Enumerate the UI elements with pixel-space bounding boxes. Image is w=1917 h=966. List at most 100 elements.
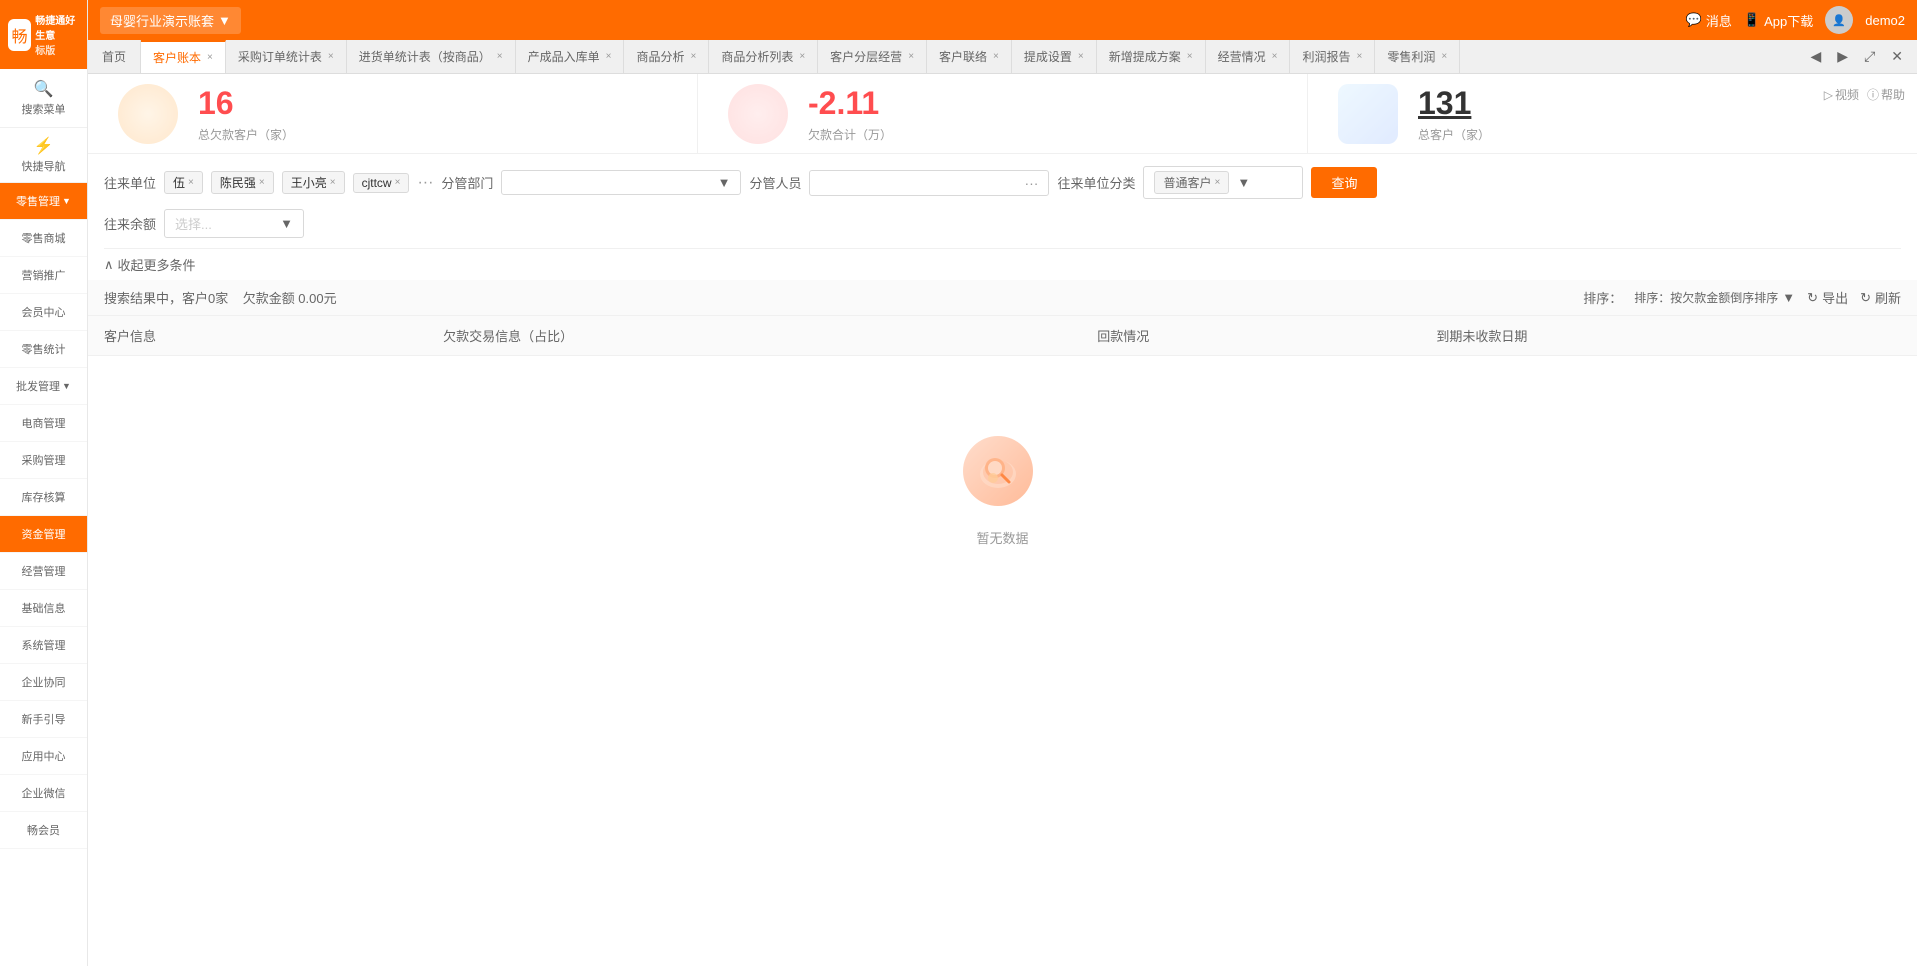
- unit-tag-wang[interactable]: 王小亮 ×: [282, 171, 345, 194]
- data-table: 客户信息 欠款交易信息（占比） 回款情况 到期未收款日期: [88, 316, 1917, 356]
- help-btn[interactable]: ⓘ 帮助: [1867, 86, 1905, 103]
- sidebar-item-wholesale[interactable]: 批发管理 ▼: [0, 368, 87, 405]
- refresh-button[interactable]: ↻ 刷新: [1860, 288, 1901, 307]
- unit-tags-more[interactable]: ···: [417, 174, 433, 192]
- stat-help-buttons: ▷ 视频 ⓘ 帮助: [1824, 86, 1905, 103]
- tag-close-wu[interactable]: ×: [188, 177, 194, 188]
- col-debt-info: 欠款交易信息（占比）: [427, 316, 1081, 356]
- message-btn[interactable]: 💬 消息: [1686, 11, 1732, 30]
- tab-retail-profit[interactable]: 零售利润 ×: [1375, 40, 1460, 74]
- tab-product-analysis-list[interactable]: 商品分析列表 ×: [709, 40, 818, 74]
- tab-customer-tier[interactable]: 客户分层经营 ×: [818, 40, 927, 74]
- main-area: 母婴行业演示账套 ▼ 💬 消息 📱 App下载 👤 demo2 首页: [88, 0, 1917, 966]
- sidebar-item-operations[interactable]: 经营管理: [0, 553, 87, 590]
- tab-product-analysis[interactable]: 商品分析 ×: [624, 40, 709, 74]
- tab-close-icon[interactable]: ×: [1272, 51, 1278, 62]
- sidebar-item-guide[interactable]: 新手引导: [0, 701, 87, 738]
- sidebar-item-wechat[interactable]: 企业微信: [0, 775, 87, 812]
- col-customer-info: 客户信息: [88, 316, 427, 356]
- sort-label: 排序：: [1583, 288, 1622, 307]
- dept-filter-label: 分管部门: [441, 173, 493, 192]
- tab-close-all-icon[interactable]: ✕: [1885, 46, 1909, 67]
- sidebar-item-vip[interactable]: 畅会员: [0, 812, 87, 849]
- tab-close-icon[interactable]: ×: [497, 51, 503, 62]
- person-select-dots[interactable]: ···: [1024, 175, 1038, 191]
- stat-label-total-customers: 总客户（家）: [1418, 126, 1490, 143]
- tab-product-inbound[interactable]: 产成品入库单 ×: [516, 40, 625, 74]
- sidebar-item-retail[interactable]: 零售管理 ▼: [0, 183, 87, 220]
- export-button[interactable]: ↻ 导出: [1807, 288, 1848, 307]
- sidebar-item-purchase[interactable]: 采购管理: [0, 442, 87, 479]
- unit-tag-wu[interactable]: 伍 ×: [164, 171, 203, 194]
- unit-tag-chen[interactable]: 陈民强 ×: [211, 171, 274, 194]
- tab-bar-controls: ◀ ▶ ⤢ ✕: [1797, 46, 1917, 67]
- stat-card-total-customers: 131 总客户（家） ▷ 视频 ⓘ 帮助: [1308, 74, 1917, 153]
- sidebar-item-ecommerce[interactable]: 电商管理: [0, 405, 87, 442]
- tab-customer-ledger[interactable]: 客户账本 ×: [141, 40, 226, 74]
- chevron-down-icon: ▼: [218, 13, 231, 28]
- top-bar-right: 💬 消息 📱 App下载 👤 demo2: [1686, 6, 1905, 34]
- video-btn[interactable]: ▷ 视频: [1824, 86, 1859, 103]
- category-tag-normal[interactable]: 普通客户 ×: [1154, 171, 1229, 194]
- tab-expand-icon[interactable]: ⤢: [1858, 46, 1881, 67]
- tab-close-icon[interactable]: ×: [690, 51, 696, 62]
- refresh-icon-small: ↻: [1807, 290, 1818, 306]
- tag-close-chen[interactable]: ×: [259, 177, 265, 188]
- user-name: demo2: [1865, 13, 1905, 28]
- person-select[interactable]: ···: [809, 170, 1049, 196]
- stat-card-debt-total: -2.11 欠款合计（万）: [698, 74, 1308, 153]
- tab-close-icon[interactable]: ×: [1187, 51, 1193, 62]
- tab-next-icon[interactable]: ▶: [1831, 46, 1854, 67]
- dept-select[interactable]: ▼: [501, 170, 741, 195]
- sidebar-quicknav[interactable]: ⚡ 快捷导航: [0, 128, 87, 183]
- category-tag-close[interactable]: ×: [1214, 177, 1220, 188]
- tab-close-icon[interactable]: ×: [1356, 51, 1362, 62]
- tab-home[interactable]: 首页: [88, 40, 141, 74]
- table-header-row: 客户信息 欠款交易信息（占比） 回款情况 到期未收款日期: [88, 316, 1917, 356]
- sidebar-item-retail-mall[interactable]: 零售商城: [0, 220, 87, 257]
- tab-operations[interactable]: 经营情况 ×: [1206, 40, 1291, 74]
- sidebar-item-collab[interactable]: 企业协同: [0, 664, 87, 701]
- sidebar-item-app-center[interactable]: 应用中心: [0, 738, 87, 775]
- tab-profit-report[interactable]: 利润报告 ×: [1290, 40, 1375, 74]
- app-download-btn[interactable]: 📱 App下载: [1744, 11, 1813, 30]
- category-select[interactable]: 普通客户 × ▼: [1143, 166, 1303, 199]
- tab-inbound-stats[interactable]: 进货单统计表（按商品） ×: [347, 40, 516, 74]
- tab-purchase-order[interactable]: 采购订单统计表 ×: [226, 40, 347, 74]
- tag-close-cjttcw[interactable]: ×: [395, 177, 401, 188]
- help-icon: ⓘ: [1867, 86, 1879, 103]
- sidebar-search[interactable]: 🔍 搜索菜单: [0, 69, 87, 128]
- sidebar-item-basic-info[interactable]: 基础信息: [0, 590, 87, 627]
- sidebar-item-inventory[interactable]: 库存核算: [0, 479, 87, 516]
- sidebar-logo[interactable]: 畅 畅捷通好生意 标版: [0, 0, 87, 69]
- tab-prev-icon[interactable]: ◀: [1805, 46, 1828, 67]
- sidebar-item-retail-stats[interactable]: 零售统计: [0, 331, 87, 368]
- tab-close-icon[interactable]: ×: [328, 51, 334, 62]
- tab-close-icon[interactable]: ×: [1441, 51, 1447, 62]
- empty-icon-visual: [963, 436, 1033, 506]
- empty-icon: [963, 436, 1043, 516]
- user-avatar[interactable]: 👤: [1825, 6, 1853, 34]
- tab-commission-setting[interactable]: 提成设置 ×: [1012, 40, 1097, 74]
- sidebar-item-member[interactable]: 会员中心: [0, 294, 87, 331]
- sort-select[interactable]: 排序：按欠款金额倒序排序 ▼: [1634, 289, 1795, 306]
- chevron-down-icon: ▼: [1782, 290, 1795, 305]
- tab-close-icon[interactable]: ×: [1078, 51, 1084, 62]
- unit-tag-cjttcw[interactable]: cjttcw ×: [353, 173, 410, 193]
- tab-close-icon[interactable]: ×: [908, 51, 914, 62]
- account-selector[interactable]: 母婴行业演示账套 ▼: [100, 7, 241, 34]
- collapse-button[interactable]: ∧ 收起更多条件: [104, 249, 1901, 280]
- content-area: 16 总欠款客户（家） -2.11 欠款合计（万） 131: [88, 74, 1917, 966]
- tab-customer-contact[interactable]: 客户联络 ×: [927, 40, 1012, 74]
- tab-add-commission[interactable]: 新增提成方案 ×: [1097, 40, 1206, 74]
- tab-close-icon[interactable]: ×: [606, 51, 612, 62]
- query-button[interactable]: 查询: [1311, 167, 1377, 198]
- sidebar-item-system[interactable]: 系统管理: [0, 627, 87, 664]
- balance-select[interactable]: 选择... ▼: [164, 209, 304, 238]
- tab-close-icon[interactable]: ×: [993, 51, 999, 62]
- sidebar-item-finance[interactable]: 资金管理: [0, 516, 87, 553]
- sidebar-item-marketing[interactable]: 营销推广: [0, 257, 87, 294]
- tag-close-wang[interactable]: ×: [330, 177, 336, 188]
- tab-close-icon[interactable]: ×: [207, 52, 213, 63]
- tab-close-icon[interactable]: ×: [799, 51, 805, 62]
